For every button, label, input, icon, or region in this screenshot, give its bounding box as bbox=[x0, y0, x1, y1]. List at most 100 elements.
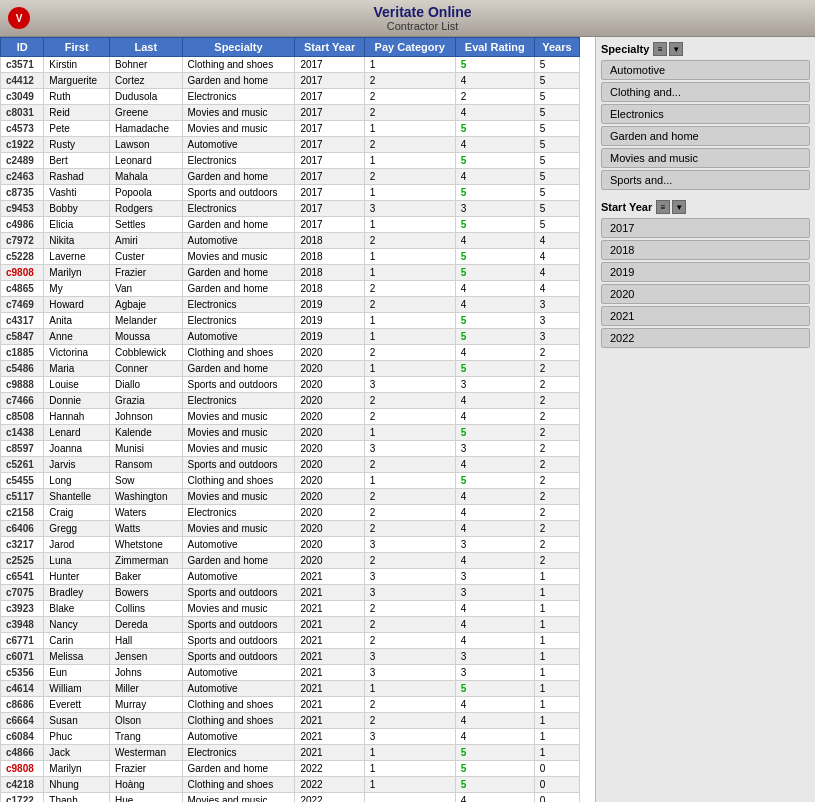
cell-specialty: Clothing and shoes bbox=[182, 57, 295, 73]
cell-pay-category: 1 bbox=[364, 681, 455, 697]
cell-first: Vashti bbox=[44, 185, 110, 201]
cell-pay-category: 2 bbox=[364, 633, 455, 649]
cell-specialty: Movies and music bbox=[182, 441, 295, 457]
cell-eval-rating: 3 bbox=[455, 441, 534, 457]
table-row: c5117ShantelleWashingtonMovies and music… bbox=[1, 489, 580, 505]
start-year-filter-item[interactable]: 2021 bbox=[601, 306, 810, 326]
table-row: c9453BobbyRodgersElectronics2017335 bbox=[1, 201, 580, 217]
cell-id: c8508 bbox=[1, 409, 44, 425]
cell-first: Lenard bbox=[44, 425, 110, 441]
main-table-area[interactable]: IDFirstLastSpecialtyStart YearPay Catego… bbox=[0, 37, 595, 802]
cell-last: Rodgers bbox=[110, 201, 183, 217]
cell-specialty: Clothing and shoes bbox=[182, 713, 295, 729]
cell-specialty: Automotive bbox=[182, 665, 295, 681]
cell-first: Joanna bbox=[44, 441, 110, 457]
start-year-filter-item[interactable]: 2020 bbox=[601, 284, 810, 304]
start-year-sort-icon[interactable]: ≡ bbox=[656, 200, 670, 214]
cell-eval-rating: 4 bbox=[455, 601, 534, 617]
cell-id: c1922 bbox=[1, 137, 44, 153]
cell-years: 0 bbox=[534, 761, 579, 777]
cell-pay-category: 2 bbox=[364, 89, 455, 105]
cell-eval-rating: 5 bbox=[455, 217, 534, 233]
cell-pay-category: 3 bbox=[364, 537, 455, 553]
cell-pay-category: 3 bbox=[364, 585, 455, 601]
cell-first: Ruth bbox=[44, 89, 110, 105]
cell-specialty: Automotive bbox=[182, 681, 295, 697]
cell-start-year: 2020 bbox=[295, 553, 364, 569]
cell-start-year: 2021 bbox=[295, 585, 364, 601]
cell-first: Bert bbox=[44, 153, 110, 169]
table-row: c1438LenardKalendeMovies and music202015… bbox=[1, 425, 580, 441]
cell-id: c4573 bbox=[1, 121, 44, 137]
cell-years: 2 bbox=[534, 457, 579, 473]
specialty-filter-icon[interactable]: ▼ bbox=[669, 42, 683, 56]
cell-pay-category: 2 bbox=[364, 345, 455, 361]
start-year-filter-item[interactable]: 2018 bbox=[601, 240, 810, 260]
cell-last: Cobblewick bbox=[110, 345, 183, 361]
cell-last: Lawson bbox=[110, 137, 183, 153]
cell-start-year: 2021 bbox=[295, 617, 364, 633]
cell-id: c5228 bbox=[1, 249, 44, 265]
table-row: c3571KirstinBohnerClothing and shoes2017… bbox=[1, 57, 580, 73]
cell-start-year: 2018 bbox=[295, 265, 364, 281]
cell-last: Bowers bbox=[110, 585, 183, 601]
table-row: c5455LongSowClothing and shoes2020152 bbox=[1, 473, 580, 489]
start-year-filter-item[interactable]: 2022 bbox=[601, 328, 810, 348]
cell-years: 5 bbox=[534, 105, 579, 121]
cell-specialty: Garden and home bbox=[182, 169, 295, 185]
cell-start-year: 2020 bbox=[295, 425, 364, 441]
title-text: Veritate Online Contractor List bbox=[38, 4, 807, 32]
specialty-filter-item[interactable]: Garden and home bbox=[601, 126, 810, 146]
cell-start-year: 2021 bbox=[295, 649, 364, 665]
table-row: c1722ThanhHueMovies and music202240 bbox=[1, 793, 580, 803]
cell-first: Eun bbox=[44, 665, 110, 681]
cell-last: Greene bbox=[110, 105, 183, 121]
cell-start-year: 2020 bbox=[295, 457, 364, 473]
specialty-filter-item[interactable]: Movies and music bbox=[601, 148, 810, 168]
col-header-pay-category: Pay Category bbox=[364, 38, 455, 57]
start-year-filter-item[interactable]: 2017 bbox=[601, 218, 810, 238]
cell-id: c4986 bbox=[1, 217, 44, 233]
cell-years: 4 bbox=[534, 265, 579, 281]
table-row: c5261JarvisRansomSports and outdoors2020… bbox=[1, 457, 580, 473]
cell-years: 5 bbox=[534, 185, 579, 201]
cell-pay-category: 3 bbox=[364, 729, 455, 745]
cell-first: Rashad bbox=[44, 169, 110, 185]
cell-last: Conner bbox=[110, 361, 183, 377]
specialty-filter-item[interactable]: Clothing and... bbox=[601, 82, 810, 102]
start-year-filter-icon[interactable]: ▼ bbox=[672, 200, 686, 214]
table-row: c5486MariaConnerGarden and home2020152 bbox=[1, 361, 580, 377]
cell-pay-category: 1 bbox=[364, 265, 455, 281]
specialty-filter-item[interactable]: Sports and... bbox=[601, 170, 810, 190]
cell-start-year: 2018 bbox=[295, 233, 364, 249]
cell-first: Craig bbox=[44, 505, 110, 521]
cell-start-year: 2019 bbox=[295, 313, 364, 329]
cell-years: 2 bbox=[534, 393, 579, 409]
start-year-filter-item[interactable]: 2019 bbox=[601, 262, 810, 282]
app-title: Veritate Online bbox=[38, 4, 807, 20]
col-header-specialty: Specialty bbox=[182, 38, 295, 57]
cell-id: c3948 bbox=[1, 617, 44, 633]
cell-years: 5 bbox=[534, 121, 579, 137]
cell-specialty: Electronics bbox=[182, 297, 295, 313]
cell-pay-category: 2 bbox=[364, 521, 455, 537]
cell-first: Victorina bbox=[44, 345, 110, 361]
cell-first: Kirstin bbox=[44, 57, 110, 73]
cell-start-year: 2021 bbox=[295, 633, 364, 649]
specialty-filter-item[interactable]: Automotive bbox=[601, 60, 810, 80]
specialty-sort-icon[interactable]: ≡ bbox=[653, 42, 667, 56]
table-row: c2158CraigWatersElectronics2020242 bbox=[1, 505, 580, 521]
cell-eval-rating: 5 bbox=[455, 121, 534, 137]
cell-specialty: Movies and music bbox=[182, 409, 295, 425]
cell-specialty: Clothing and shoes bbox=[182, 473, 295, 489]
cell-start-year: 2017 bbox=[295, 185, 364, 201]
cell-eval-rating: 4 bbox=[455, 393, 534, 409]
cell-start-year: 2020 bbox=[295, 377, 364, 393]
cell-years: 0 bbox=[534, 793, 579, 803]
cell-first: Anne bbox=[44, 329, 110, 345]
specialty-filter-item[interactable]: Electronics bbox=[601, 104, 810, 124]
cell-specialty: Garden and home bbox=[182, 361, 295, 377]
cell-id: c9888 bbox=[1, 377, 44, 393]
cell-last: Van bbox=[110, 281, 183, 297]
cell-specialty: Garden and home bbox=[182, 553, 295, 569]
